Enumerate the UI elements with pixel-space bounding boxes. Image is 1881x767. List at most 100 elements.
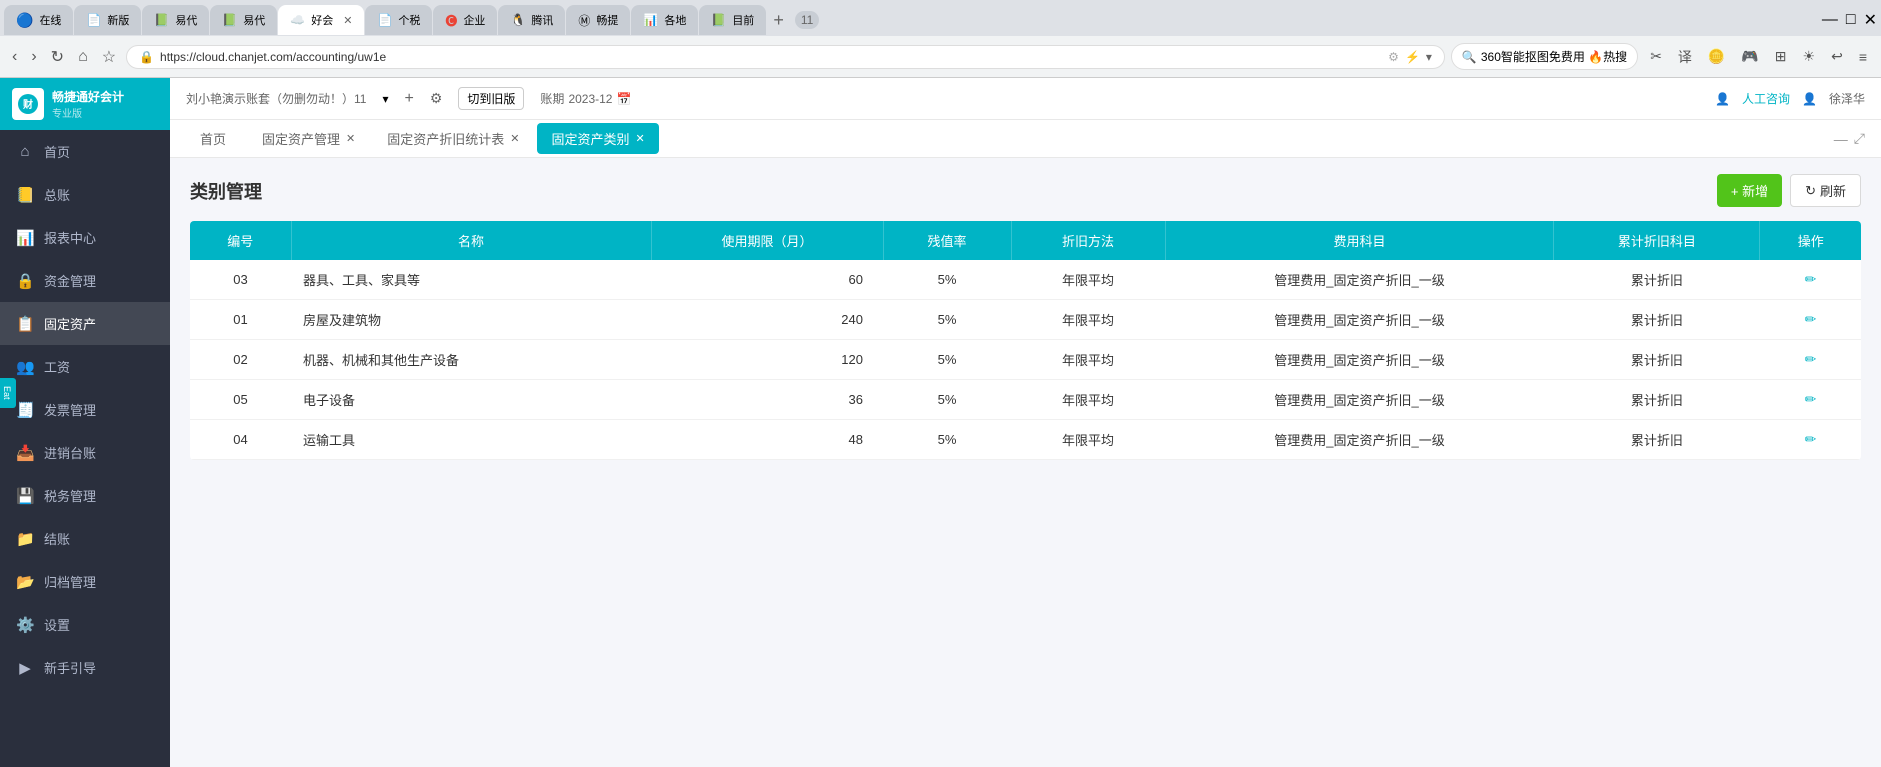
tab-close-fixed-assets-mgmt[interactable]: ✕ (346, 132, 355, 145)
browser-tab-7[interactable]: 🅒 企业 (433, 5, 497, 35)
calendar-icon[interactable]: 📅 (616, 92, 631, 106)
translate-button[interactable]: 译 (1672, 43, 1698, 71)
minimize-button[interactable]: — (1822, 11, 1838, 29)
col-code: 编号 (190, 221, 291, 260)
sidebar-item-guide[interactable]: ▶ 新手引导 (0, 646, 170, 689)
edit-icon-4[interactable]: ✏ (1805, 431, 1817, 447)
sidebar-item-tax[interactable]: 💾 税务管理 (0, 474, 170, 517)
cell-name-2: 机器、机械和其他生产设备 (291, 340, 651, 380)
tab-home[interactable]: 首页 (186, 123, 240, 154)
edit-icon-3[interactable]: ✏ (1805, 391, 1817, 407)
home-button[interactable]: ⌂ (74, 44, 92, 70)
settings-gear-button[interactable]: ⚙ (430, 90, 443, 107)
cell-code-3[interactable]: 05 (190, 380, 291, 420)
browser-tab-8[interactable]: 🐧 腾讯 (498, 5, 565, 35)
sidebar-item-payroll[interactable]: 👥 工资 (0, 345, 170, 388)
edit-icon-1[interactable]: ✏ (1805, 311, 1817, 327)
col-action: 操作 (1760, 221, 1861, 260)
edit-icon-0[interactable]: ✏ (1805, 271, 1817, 287)
undo-button[interactable]: ↩ (1825, 44, 1849, 69)
tab-close-asset-category[interactable]: ✕ (636, 132, 645, 145)
brightness-button[interactable]: ☀ (1797, 44, 1822, 69)
add-account-button[interactable]: + (405, 90, 414, 108)
grid-button[interactable]: ⊞ (1769, 44, 1793, 69)
dropdown-user-button[interactable]: ▾ (382, 92, 388, 106)
cell-code-1[interactable]: 01 (190, 300, 291, 340)
cell-action-3[interactable]: ✏ (1760, 380, 1861, 420)
tab-fixed-assets-mgmt[interactable]: 固定资产管理 ✕ (248, 123, 369, 154)
tab-close-depreciation-stats[interactable]: ✕ (510, 132, 519, 145)
tab-asset-category[interactable]: 固定资产类别 ✕ (537, 123, 658, 154)
scissors-button[interactable]: ✂ (1644, 44, 1668, 69)
browser-tab-4[interactable]: 📗 易代 (210, 5, 277, 35)
sidebar-label-invoice: 发票管理 (44, 400, 96, 419)
cell-action-4[interactable]: ✏ (1760, 420, 1861, 460)
cell-code-4[interactable]: 04 (190, 420, 291, 460)
sidebar-item-finance[interactable]: 🔒 资金管理 (0, 259, 170, 302)
cell-name-0: 器具、工具、家具等 (291, 260, 651, 300)
search-bar[interactable]: 🔍 360智能抠图免费用 🔥热搜 (1451, 43, 1638, 70)
cell-period-4: 48 (651, 420, 883, 460)
game-button[interactable]: 🎮 (1735, 44, 1764, 69)
cell-action-0[interactable]: ✏ (1760, 260, 1861, 300)
tab-maximize-button[interactable]: ⤢ (1854, 130, 1865, 147)
service-label[interactable]: 人工咨询 (1742, 90, 1790, 107)
back-button[interactable]: ‹ (8, 44, 21, 70)
reload-button[interactable]: ↻ (47, 43, 68, 71)
sidebar-item-reports[interactable]: 📊 报表中心 (0, 216, 170, 259)
table-row: 03 器具、工具、家具等 60 5% 年限平均 管理费用_固定资产折旧_一级 累… (190, 260, 1861, 300)
sidebar-item-invoice[interactable]: 🧾 发票管理 (0, 388, 170, 431)
cell-accumulated-0: 累计折旧 (1554, 260, 1760, 300)
browser-tab-6[interactable]: 📄 个税 (365, 5, 432, 35)
address-text: https://cloud.chanjet.com/accounting/uw1… (160, 50, 1382, 64)
dropdown-icon[interactable]: ▾ (1426, 50, 1432, 64)
page-title: 类别管理 (190, 178, 262, 204)
address-bar[interactable]: 🔒 https://cloud.chanjet.com/accounting/u… (126, 45, 1445, 69)
site-info-icon: ⚙ (1388, 50, 1399, 64)
add-button[interactable]: + 新增 (1717, 174, 1782, 207)
sidebar-item-settings[interactable]: ⚙️ 设置 (0, 603, 170, 646)
tab-depreciation-stats[interactable]: 固定资产折旧统计表 ✕ (373, 123, 533, 154)
maximize-button[interactable]: □ (1846, 11, 1856, 29)
username-label: 徐泽华 (1829, 90, 1865, 107)
browser-tab-2[interactable]: 📄 新版 (74, 5, 141, 35)
sidebar-item-fixed-assets[interactable]: 📋 固定资产 (0, 302, 170, 345)
sidebar-item-home[interactable]: ⌂ 首页 (0, 130, 170, 173)
cell-residual-0: 5% (883, 260, 1011, 300)
cell-method-0: 年限平均 (1011, 260, 1165, 300)
table-row: 04 运输工具 48 5% 年限平均 管理费用_固定资产折旧_一级 累计折旧 ✏ (190, 420, 1861, 460)
browser-tab-11[interactable]: 📗 目前 (699, 5, 766, 35)
browser-tab-3[interactable]: 📗 易代 (142, 5, 209, 35)
browser-tab-10[interactable]: 📊 各地 (631, 5, 698, 35)
ssl-icon: 🔒 (139, 50, 154, 64)
left-float-btn-1[interactable]: Eat (0, 378, 16, 408)
coin-button[interactable]: 🪙 (1702, 44, 1731, 69)
sidebar-item-inventory[interactable]: 📥 进销台账 (0, 431, 170, 474)
browser-tab-9[interactable]: Ⓜ 畅提 (566, 5, 630, 35)
forward-button[interactable]: › (27, 44, 40, 70)
sidebar-item-ledger[interactable]: 📒 总账 (0, 173, 170, 216)
browser-tab-5[interactable]: ☁️ 好会 ✕ (278, 5, 364, 35)
cell-code-2[interactable]: 02 (190, 340, 291, 380)
close-window-button[interactable]: ✕ (1864, 10, 1877, 30)
sidebar-brand-name: 畅捷通好会计 (52, 88, 124, 105)
sidebar-item-close-period[interactable]: 📁 结账 (0, 517, 170, 560)
sidebar-item-archive[interactable]: 📂 归档管理 (0, 560, 170, 603)
period-label: 账期 2023-12 📅 (540, 90, 631, 107)
col-method: 折旧方法 (1011, 221, 1165, 260)
bookmark-button[interactable]: ☆ (98, 43, 120, 71)
new-tab-button[interactable]: + (767, 10, 790, 31)
cell-residual-3: 5% (883, 380, 1011, 420)
edit-icon-2[interactable]: ✏ (1805, 351, 1817, 367)
refresh-button[interactable]: ↻ 刷新 (1790, 174, 1861, 207)
tab-minimize-button[interactable]: — (1834, 130, 1848, 147)
browser-tab-close-5[interactable]: ✕ (343, 14, 352, 27)
cell-action-1[interactable]: ✏ (1760, 300, 1861, 340)
switch-version-button[interactable]: 切到旧版 (458, 87, 524, 110)
sidebar-header: 财 畅捷通好会计 专业版 (0, 78, 170, 130)
cell-code-0[interactable]: 03 (190, 260, 291, 300)
cell-action-2[interactable]: ✏ (1760, 340, 1861, 380)
menu-button[interactable]: ≡ (1853, 45, 1873, 69)
browser-tab-1[interactable]: 🔵 在线 (4, 5, 73, 35)
page-title-bar: 类别管理 + 新增 ↻ 刷新 (190, 174, 1861, 207)
